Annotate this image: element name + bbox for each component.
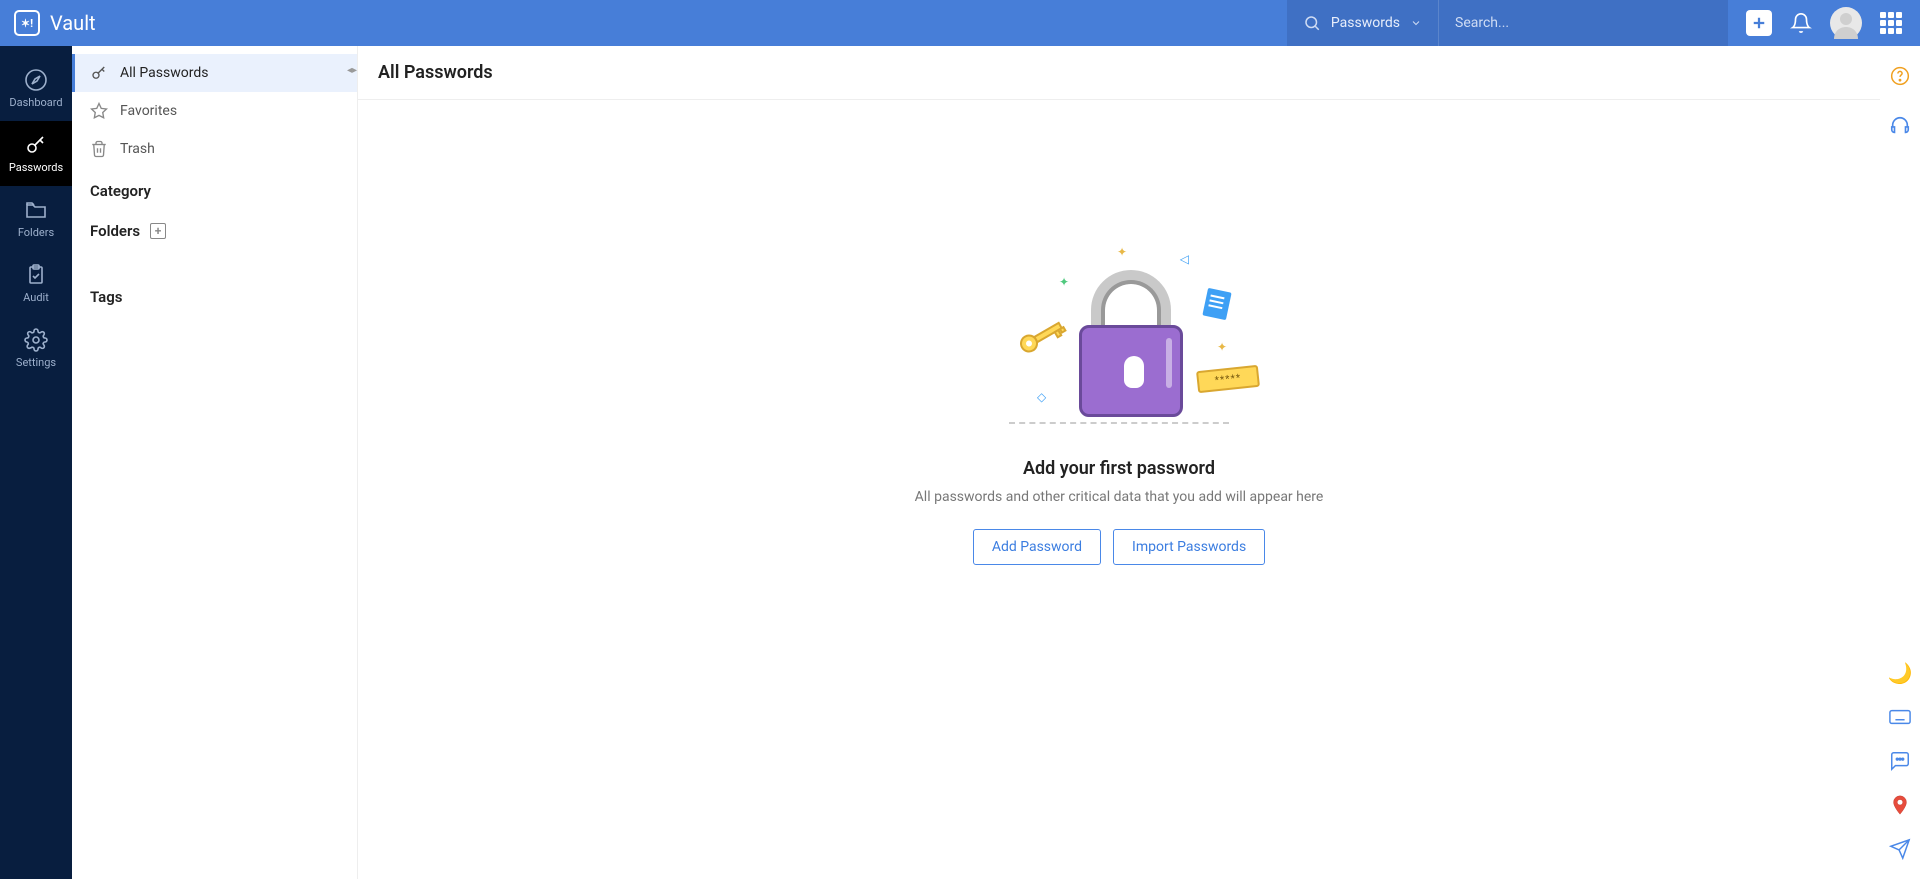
nav-audit[interactable]: Audit (0, 251, 72, 316)
sidebar-collapse-handle[interactable]: ◂▸ (346, 60, 358, 80)
empty-title: Add your first password (1023, 458, 1215, 479)
page-header: All Passwords (358, 46, 1880, 100)
sidebar-head-tags[interactable]: Tags (72, 274, 357, 314)
keyboard-shortcuts-button[interactable] (1888, 705, 1912, 729)
key-illustration-icon (1013, 311, 1070, 360)
gear-icon (24, 328, 48, 352)
location-button[interactable] (1888, 793, 1912, 817)
map-pin-icon (1889, 794, 1911, 816)
folder-icon (24, 198, 48, 222)
add-password-button[interactable]: Add Password (973, 529, 1101, 565)
search-category-dropdown[interactable]: Passwords (1287, 14, 1438, 32)
search-input[interactable] (1438, 0, 1728, 46)
search-category-label: Passwords (1331, 15, 1400, 31)
chevron-down-icon (1410, 17, 1422, 29)
chat-icon (1889, 750, 1911, 772)
sidebar-item-trash[interactable]: Trash (72, 130, 357, 168)
sidebar-item-label: Favorites (120, 103, 177, 119)
user-icon (1830, 7, 1862, 39)
nav-label: Audit (23, 291, 49, 304)
brand-name: Vault (50, 11, 96, 35)
nav-label: Folders (18, 226, 54, 239)
clipboard-check-icon (24, 263, 48, 287)
empty-illustration: ***** ✦ ✦ ◁ ✦ ◇ (989, 230, 1249, 430)
support-button[interactable] (1888, 114, 1912, 138)
add-folder-button[interactable]: + (150, 223, 166, 239)
nav-settings[interactable]: Settings (0, 316, 72, 381)
brand[interactable]: ✶! Vault (0, 10, 110, 36)
import-passwords-button[interactable]: Import Passwords (1113, 529, 1265, 565)
main-content: All Passwords ***** ✦ ✦ ◁ ✦ ◇ Add your f… (358, 46, 1880, 879)
theme-toggle[interactable]: 🌙 (1888, 661, 1912, 685)
empty-actions: Add Password Import Passwords (973, 529, 1265, 565)
right-rail: 🌙 (1880, 46, 1920, 879)
sidebar-item-all-passwords[interactable]: All Passwords (72, 54, 357, 92)
notifications-icon[interactable] (1790, 12, 1812, 34)
avatar[interactable] (1830, 7, 1862, 39)
sidebar-head-folders[interactable]: Folders + (72, 208, 357, 248)
keyboard-icon (1889, 709, 1911, 725)
search-icon (1303, 14, 1321, 32)
vault-logo-icon: ✶! (14, 10, 40, 36)
sidebar-item-favorites[interactable]: Favorites (72, 92, 357, 130)
note-illustration-icon (1202, 288, 1231, 320)
empty-subtitle: All passwords and other critical data th… (915, 489, 1324, 505)
nav-dashboard[interactable]: Dashboard (0, 56, 72, 121)
top-actions (1728, 7, 1920, 39)
nav-passwords[interactable]: Passwords (0, 121, 72, 186)
plus-icon (1750, 14, 1768, 32)
help-button[interactable] (1888, 64, 1912, 88)
send-button[interactable] (1888, 837, 1912, 861)
sidebar-item-label: All Passwords (120, 65, 208, 81)
password-strip-illustration: ***** (1196, 365, 1260, 393)
left-nav: Dashboard Passwords Folders Audit Settin… (0, 46, 72, 879)
add-button[interactable] (1746, 10, 1772, 36)
star-icon (90, 102, 108, 120)
key-icon (24, 133, 48, 157)
apps-grid-icon[interactable] (1880, 12, 1902, 34)
search-bar: Passwords (1287, 0, 1728, 46)
chat-button[interactable] (1888, 749, 1912, 773)
paper-plane-icon (1889, 838, 1911, 860)
nav-label: Passwords (9, 161, 63, 174)
sidebar: ◂▸ All Passwords Favorites Trash Categor… (72, 46, 358, 879)
help-icon (1890, 66, 1910, 86)
trash-icon (90, 140, 108, 158)
sidebar-head-category[interactable]: Category (72, 168, 357, 208)
key-icon (90, 64, 108, 82)
nav-folders[interactable]: Folders (0, 186, 72, 251)
headset-icon (1889, 115, 1911, 137)
sidebar-item-label: Trash (120, 141, 155, 157)
topbar: ✶! Vault Passwords (0, 0, 1920, 46)
nav-label: Dashboard (9, 96, 62, 109)
empty-state: ***** ✦ ✦ ◁ ✦ ◇ Add your first password … (358, 100, 1880, 879)
page-title: All Passwords (378, 62, 1860, 83)
compass-icon (24, 68, 48, 92)
nav-label: Settings (16, 356, 56, 369)
